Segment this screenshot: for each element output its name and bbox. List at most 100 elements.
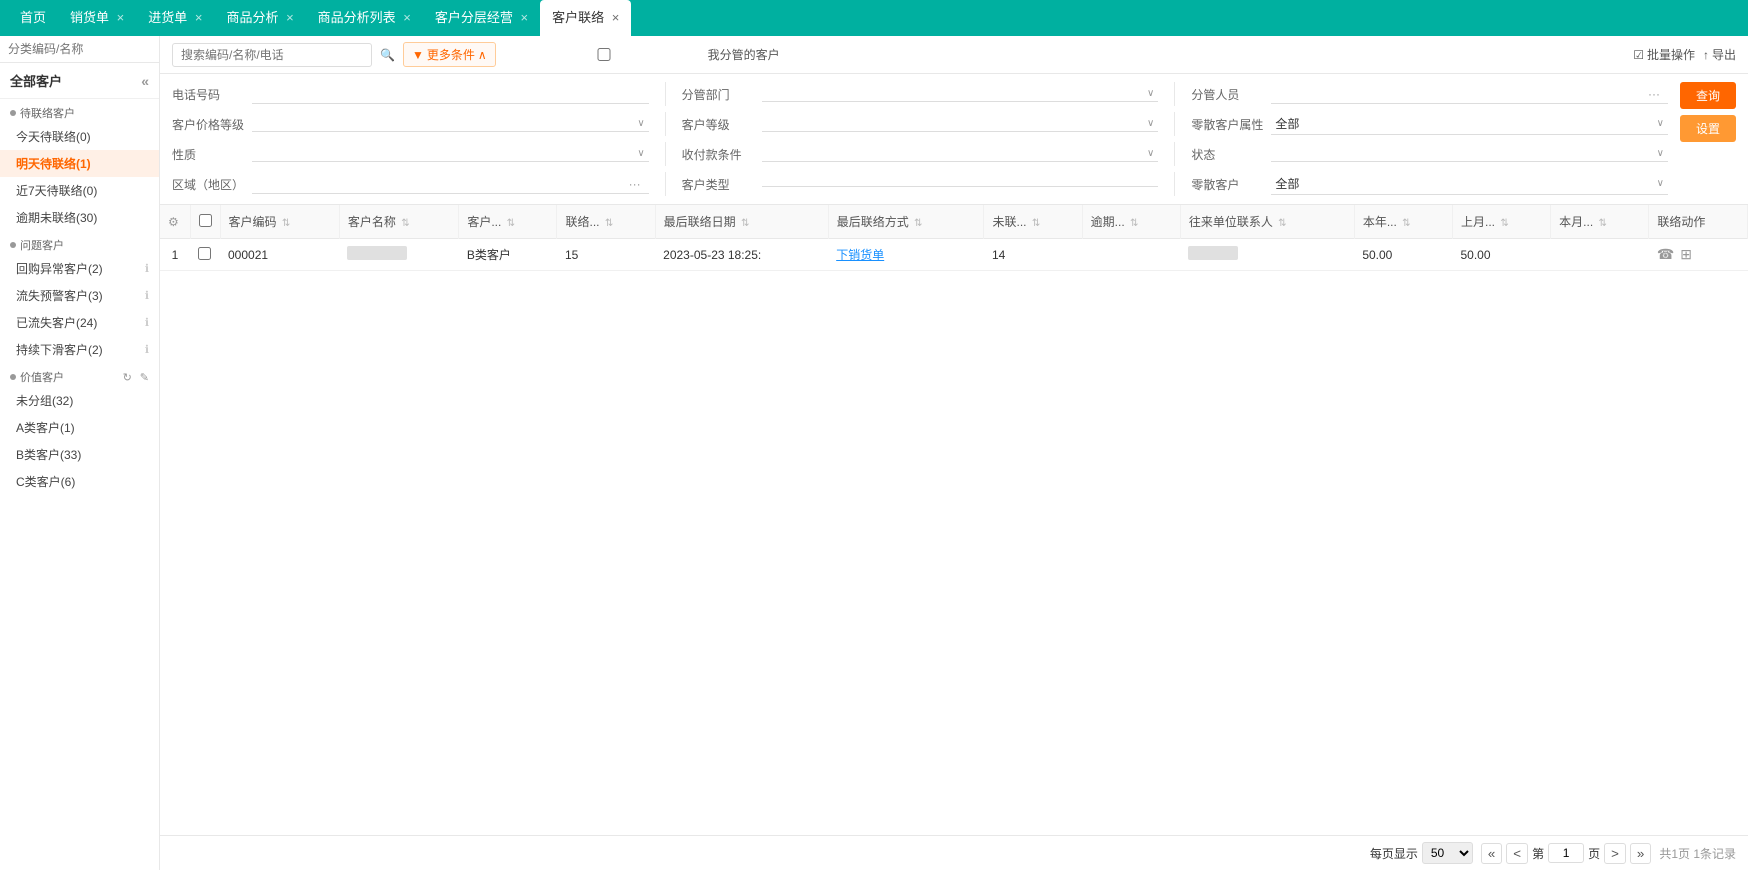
nav-product-analysis-list[interactable]: 商品分析列表 × xyxy=(306,0,423,36)
filter-department: 分管部门 ∨ xyxy=(682,86,1159,103)
th-contact-count: 联络... ⇅ xyxy=(557,205,655,239)
td-last-contact-date: 2023-05-23 18:25: xyxy=(655,239,828,271)
close-icon[interactable]: × xyxy=(612,10,620,25)
sidebar-item-churned[interactable]: 已流失客户(24) ℹ xyxy=(0,309,159,336)
table-settings-icon[interactable]: ⚙ xyxy=(168,215,179,229)
nav-product-analysis[interactable]: 商品分析 × xyxy=(214,0,305,36)
page-unit-label: 页 xyxy=(1588,845,1600,862)
my-customers-checkbox[interactable] xyxy=(504,48,704,61)
nav-purchase-order[interactable]: 进货单 × xyxy=(136,0,214,36)
sidebar-all-customers[interactable]: 全部客户 « xyxy=(0,63,159,99)
sort-icon: ⇅ xyxy=(1402,218,1410,229)
phone-label: 电话号码 xyxy=(172,86,252,103)
row-checkbox[interactable] xyxy=(198,247,211,260)
search-input[interactable] xyxy=(172,43,372,67)
sidebar-item-class-c[interactable]: C类客户(6) xyxy=(0,468,159,495)
content-area: 🔍 ▼ 更多条件 ∧ 我分管的客户 ☑ 批量操作 ↑ 导出 xyxy=(160,36,1748,870)
filter-row-3: 性质 ∨ 收付款条件 ∨ xyxy=(172,142,1668,166)
sort-icon: ⇅ xyxy=(914,218,922,229)
close-icon[interactable]: × xyxy=(195,10,203,25)
sidebar-item-class-b[interactable]: B类客户(33) xyxy=(0,441,159,468)
close-icon[interactable]: × xyxy=(117,10,125,25)
page-input[interactable] xyxy=(1548,843,1584,863)
first-page-button[interactable]: « xyxy=(1481,843,1502,864)
scatter-attr-value: 全部 xyxy=(1275,115,1299,132)
sidebar-item-overdue[interactable]: 逾期未联络(30) xyxy=(0,204,159,231)
sidebar-item-unclassified[interactable]: 未分组(32) xyxy=(0,387,159,414)
search-button[interactable]: 🔍 xyxy=(380,48,395,62)
sidebar-item-declining[interactable]: 持续下滑客户(2) ℹ xyxy=(0,336,159,363)
th-this-month: 本月... ⇅ xyxy=(1551,205,1649,239)
customer-level-select[interactable]: ∨ xyxy=(762,116,1159,132)
region-select[interactable]: ··· xyxy=(252,175,649,194)
pagination: 每页显示 50 10 20 100 « < 第 页 > » 共1页 xyxy=(160,835,1748,870)
nav-customer-contact[interactable]: 客户联络 × xyxy=(540,0,631,36)
sort-icon: ⇅ xyxy=(1032,218,1040,229)
nav-customer-stratification[interactable]: 客户分层经营 × xyxy=(423,0,540,36)
contact-action-btn[interactable]: ☎ xyxy=(1657,246,1674,263)
contact-blur xyxy=(1188,246,1238,260)
last-contact-method-link[interactable]: 下销货单 xyxy=(836,248,884,262)
sort-icon: ⇅ xyxy=(605,218,613,229)
prev-page-button[interactable]: < xyxy=(1506,843,1528,864)
scatter-attr-label: 零散客户属性 xyxy=(1191,116,1271,133)
payment-select[interactable]: ∨ xyxy=(762,146,1159,162)
page-label: 第 xyxy=(1532,845,1544,862)
dots-icon[interactable]: ··· xyxy=(625,177,645,191)
nav-sales-order[interactable]: 销货单 × xyxy=(58,0,136,36)
person-select[interactable]: ··· xyxy=(1271,85,1668,104)
info-icon: ℹ xyxy=(145,289,149,302)
price-level-select[interactable]: ∨ xyxy=(252,116,649,132)
main-layout: 🔍 全部客户 « 待联络客户 今天待联络(0) 明天待联络(1) 近7天待联络(… xyxy=(0,36,1748,870)
nav-home[interactable]: 首页 xyxy=(8,0,58,36)
reset-button[interactable]: 设置 xyxy=(1680,115,1736,142)
sidebar-search-input[interactable] xyxy=(8,42,160,56)
query-button[interactable]: 查询 xyxy=(1680,82,1736,109)
customer-type-select[interactable] xyxy=(762,182,1159,187)
sidebar-item-today[interactable]: 今天待联络(0) xyxy=(0,123,159,150)
sidebar-item-repurchase[interactable]: 回购异常客户(2) ℹ xyxy=(0,255,159,282)
filter-btn-label: 更多条件 xyxy=(427,46,475,63)
edit-icon[interactable]: ✎ xyxy=(140,371,149,384)
department-select[interactable]: ∨ xyxy=(762,86,1159,102)
export-icon: ↑ xyxy=(1703,48,1709,62)
export-button[interactable]: ↑ 导出 xyxy=(1703,46,1736,63)
divider xyxy=(665,172,666,196)
next-page-button[interactable]: > xyxy=(1604,843,1626,864)
close-icon[interactable]: × xyxy=(286,10,294,25)
scatter-attr-select[interactable]: 全部 ∨ xyxy=(1271,113,1668,135)
sidebar-item-tomorrow[interactable]: 明天待联络(1) xyxy=(0,150,159,177)
customer-type-label: 客户类型 xyxy=(682,176,762,193)
close-icon[interactable]: × xyxy=(521,10,529,25)
sidebar-item-class-a[interactable]: A类客户(1) xyxy=(0,414,159,441)
th-settings: ⚙ xyxy=(160,205,190,239)
sidebar-item-7days[interactable]: 近7天待联络(0) xyxy=(0,177,159,204)
dots-icon[interactable]: ··· xyxy=(1644,87,1664,101)
sidebar-collapse-icon[interactable]: « xyxy=(141,73,149,89)
td-checkbox xyxy=(190,239,220,271)
scatter-customer-value: 全部 xyxy=(1275,175,1299,192)
th-type: 客户... ⇅ xyxy=(459,205,557,239)
more-action-btn[interactable]: ⊞ xyxy=(1680,246,1692,263)
th-checkbox xyxy=(190,205,220,239)
my-customers-filter[interactable]: 我分管的客户 xyxy=(504,46,780,63)
sidebar-item-churn-warning[interactable]: 流失预警客户(3) ℹ xyxy=(0,282,159,309)
last-page-button[interactable]: » xyxy=(1630,843,1651,864)
phone-input[interactable] xyxy=(252,85,649,104)
page-navigation: « < 第 页 > » xyxy=(1481,843,1651,864)
refresh-icon[interactable]: ↻ xyxy=(123,371,132,384)
more-filter-button[interactable]: ▼ 更多条件 ∧ xyxy=(403,42,496,67)
page-size-select[interactable]: 50 10 20 100 xyxy=(1422,842,1473,864)
info-icon: ℹ xyxy=(145,316,149,329)
divider xyxy=(1174,172,1175,196)
chevron-down-icon: ∨ xyxy=(1147,118,1154,129)
close-icon[interactable]: × xyxy=(403,10,411,25)
section-title-value: 价值客户 xyxy=(20,369,64,385)
nature-select[interactable]: ∨ xyxy=(252,146,649,162)
td-action: ☎ ⊞ xyxy=(1649,239,1748,271)
batch-operation-button[interactable]: ☑ 批量操作 xyxy=(1633,46,1695,63)
divider xyxy=(1174,142,1175,166)
status-select[interactable]: ∨ xyxy=(1271,146,1668,162)
scatter-customer-select[interactable]: 全部 ∨ xyxy=(1271,173,1668,195)
select-all-checkbox[interactable] xyxy=(199,214,212,227)
